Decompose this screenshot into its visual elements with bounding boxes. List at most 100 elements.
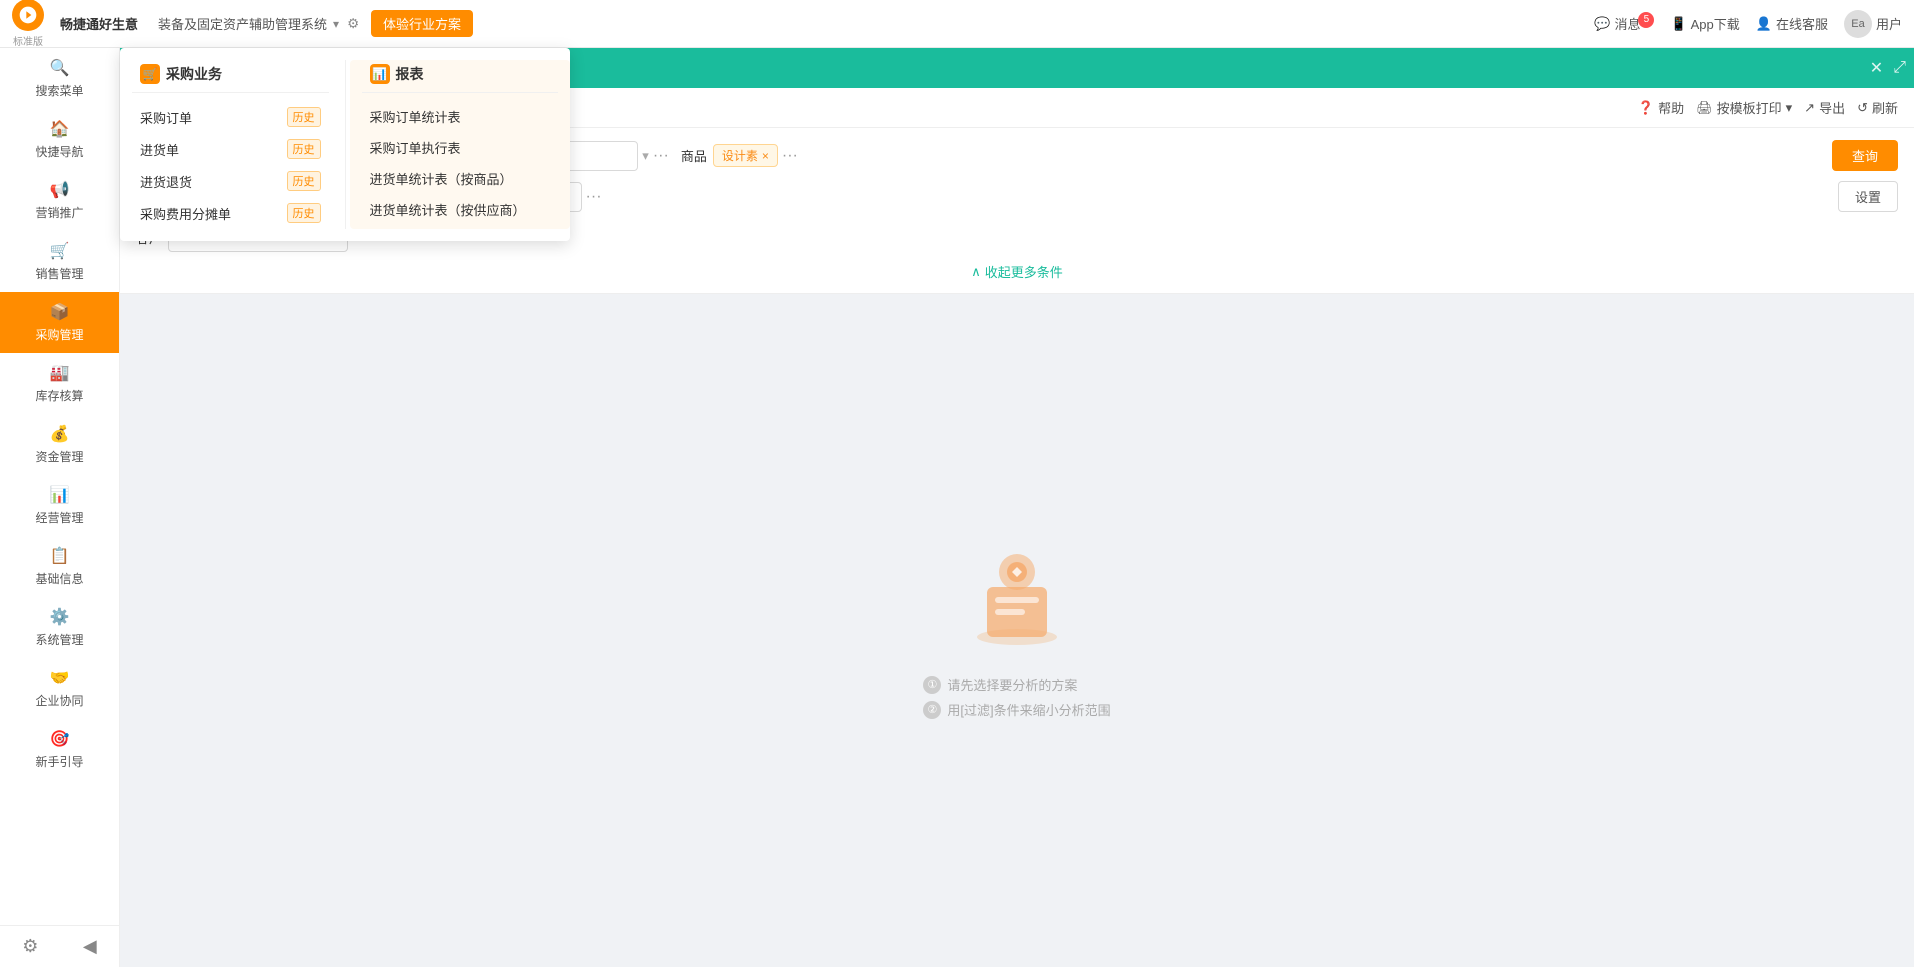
voucher-status-more[interactable]: ··· (653, 147, 669, 165)
empty-text: ① 请先选择要分析的方案 ② 用[过滤]条件来缩小分析范围 (923, 675, 1110, 719)
collapse-row: ∧ 收起更多条件 (136, 262, 1898, 281)
online-service-btn[interactable]: 👤 在线客服 (1756, 14, 1828, 33)
sidebar-item-finance[interactable]: 💰 资金管理 (0, 414, 119, 475)
purchase-section-icon: 🛒 (140, 64, 160, 84)
sales-icon: 🛒 (50, 241, 70, 261)
collapse-btn[interactable]: ∧ 收起更多条件 (971, 262, 1063, 281)
logo-area[interactable]: 标准版 (12, 0, 44, 48)
empty-step1: ① 请先选择要分析的方案 (923, 675, 1077, 694)
logo-label: 标准版 (13, 33, 43, 48)
refresh-label: 刷新 (1872, 98, 1898, 117)
sidebar-item-inventory[interactable]: 🏭 库存核算 (0, 353, 119, 414)
help-icon: ❓ (1638, 100, 1654, 116)
purchase-icon: 📦 (50, 302, 70, 322)
sidebar-item-label-operations: 经营管理 (35, 509, 83, 526)
print-dropdown-icon: ▾ (1786, 100, 1793, 116)
sidebar-item-label-search: 搜索菜单 (35, 82, 83, 99)
sidebar-item-label-inventory: 库存核算 (35, 387, 83, 404)
print-btn[interactable]: 🖨 按模板打印 ▾ (1696, 98, 1792, 117)
sidebar-item-marketing[interactable]: 📢 营销推广 (0, 170, 119, 231)
sidebar-item-label-marketing: 营销推广 (35, 204, 83, 221)
refresh-icon: ↺ (1857, 100, 1868, 116)
sys-settings-btn[interactable]: ⚙ (347, 16, 359, 32)
sidebar-item-purchase[interactable]: 📦 采购管理 (0, 292, 119, 353)
report-section-title: 📊 报表 (362, 60, 559, 93)
sidebar-item-operations[interactable]: 📊 经营管理 (0, 475, 119, 536)
messages-btn[interactable]: 💬 消息 5 (1594, 14, 1654, 33)
inventory-icon: 🏭 (50, 363, 70, 383)
purchase-item-进货单[interactable]: 进货单 历史 (132, 133, 329, 165)
menu-item-label: 进货退货 (140, 172, 192, 191)
system-icon: ⚙️ (50, 607, 70, 627)
history-badge: 历史 (287, 139, 321, 159)
set-btn[interactable]: 设置 (1838, 181, 1898, 212)
sidebar-item-label-purchase: 采购管理 (35, 326, 83, 343)
user-menu-btn[interactable]: Ea 用户 (1844, 10, 1902, 38)
headset-icon: 👤 (1756, 16, 1772, 32)
sidebar-item-label-guide: 新手引导 (35, 753, 83, 770)
purchase-item-采购费用分摊单[interactable]: 采购费用分摊单 历史 (132, 197, 329, 229)
enterprise-icon: 🤝 (50, 668, 70, 688)
salesperson-more[interactable]: ··· (586, 188, 602, 206)
help-btn[interactable]: ❓ 帮助 (1638, 98, 1684, 117)
industry-btn[interactable]: 体验行业方案 (371, 10, 473, 37)
sidebar-item-enterprise[interactable]: 🤝 企业协同 (0, 658, 119, 719)
empty-step2: ② 用[过滤]条件来缩小分析范围 (923, 700, 1110, 719)
empty-state: ① 请先选择要分析的方案 ② 用[过滤]条件来缩小分析范围 (120, 294, 1914, 967)
top-right: 💬 消息 5 📱 App下载 👤 在线客服 Ea 用户 (1594, 10, 1902, 38)
menu-divider (345, 60, 346, 229)
sidebar-item-sales[interactable]: 🛒 销售管理 (0, 231, 119, 292)
purchase-section: 🛒 采购业务 采购订单 历史 进货单 历史 进货退货 历史 采购费用分摊单 历史 (120, 60, 341, 229)
export-label: 导出 (1819, 98, 1845, 117)
sidebar-collapse-btn[interactable]: ◀ (83, 936, 97, 957)
menu-item-label: 进货单 (140, 140, 179, 159)
sidebar-footer: ⚙ ◀ (0, 925, 119, 967)
app-download-btn[interactable]: 📱 App下载 (1670, 14, 1739, 33)
goods-tag-close[interactable]: × (762, 149, 769, 163)
logo-icon (12, 0, 44, 31)
print-label: 按模板打印 (1717, 98, 1782, 117)
purchase-item-进货退货[interactable]: 进货退货 历史 (132, 165, 329, 197)
sidebar-item-system[interactable]: ⚙️ 系统管理 (0, 597, 119, 658)
sidebar-item-search[interactable]: 🔍 搜索菜单 (0, 48, 119, 109)
phone-icon: 📱 (1670, 16, 1686, 32)
finance-icon: 💰 (50, 424, 70, 444)
set-btn-area: 设置 (1838, 181, 1898, 212)
sidebar-item-label-sales: 销售管理 (35, 265, 83, 282)
report-item-进货单统计表（按供应商）[interactable]: 进货单统计表（按供应商） (362, 194, 559, 225)
sidebar-item-quick[interactable]: 🏠 快捷导航 (0, 109, 119, 170)
top-bar: 标准版 畅捷通好生意 装备及固定资产辅助管理系统 ▾ ⚙ 体验行业方案 💬 消息… (0, 0, 1914, 48)
sidebar-settings-btn[interactable]: ⚙ (22, 936, 38, 957)
report-item-采购订单统计表[interactable]: 采购订单统计表 (362, 101, 559, 132)
report-item-进货单统计表（按商品）[interactable]: 进货单统计表（按商品） (362, 163, 559, 194)
quick-icon: 🏠 (50, 119, 70, 139)
sidebar-item-guide[interactable]: 🎯 新手引导 (0, 719, 119, 780)
query-btn[interactable]: 查询 (1832, 140, 1898, 171)
sidebar-item-label-enterprise: 企业协同 (35, 692, 83, 709)
guide-icon: 🎯 (50, 729, 70, 749)
purchase-item-采购订单[interactable]: 采购订单 历史 (132, 101, 329, 133)
online-service-label: 在线客服 (1776, 14, 1828, 33)
search-icon: 🔍 (50, 58, 70, 78)
report-section-icon: 📊 (370, 64, 390, 84)
sidebar-item-basic[interactable]: 📋 基础信息 (0, 536, 119, 597)
chevron-up-icon: ∧ (971, 264, 981, 280)
empty-illustration (957, 542, 1077, 665)
tab-expand-btn[interactable]: ⤢ (1893, 58, 1906, 78)
sidebar-item-label-system: 系统管理 (35, 631, 83, 648)
tab-close-window-btn[interactable]: ✕ (1870, 58, 1883, 78)
menu-item-label: 采购订单统计表 (370, 107, 461, 126)
goods-more[interactable]: ··· (782, 147, 798, 165)
export-btn[interactable]: ↗ 导出 (1804, 98, 1845, 117)
sidebar-item-label-basic: 基础信息 (35, 570, 83, 587)
basic-icon: 📋 (50, 546, 70, 566)
voucher-status-dropdown[interactable]: ▾ (642, 148, 649, 164)
menu-item-label: 采购订单执行表 (370, 138, 461, 157)
refresh-btn[interactable]: ↺ 刷新 (1857, 98, 1898, 117)
history-badge: 历史 (287, 107, 321, 127)
report-item-采购订单执行表[interactable]: 采购订单执行表 (362, 132, 559, 163)
tab-actions: ✕ ⤢ (1870, 58, 1906, 78)
goods-filter: 商品 设计素 × ··· (681, 144, 798, 167)
sys-dropdown-btn[interactable]: ▾ (333, 17, 339, 31)
sys-title: 装备及固定资产辅助管理系统 (158, 14, 327, 33)
